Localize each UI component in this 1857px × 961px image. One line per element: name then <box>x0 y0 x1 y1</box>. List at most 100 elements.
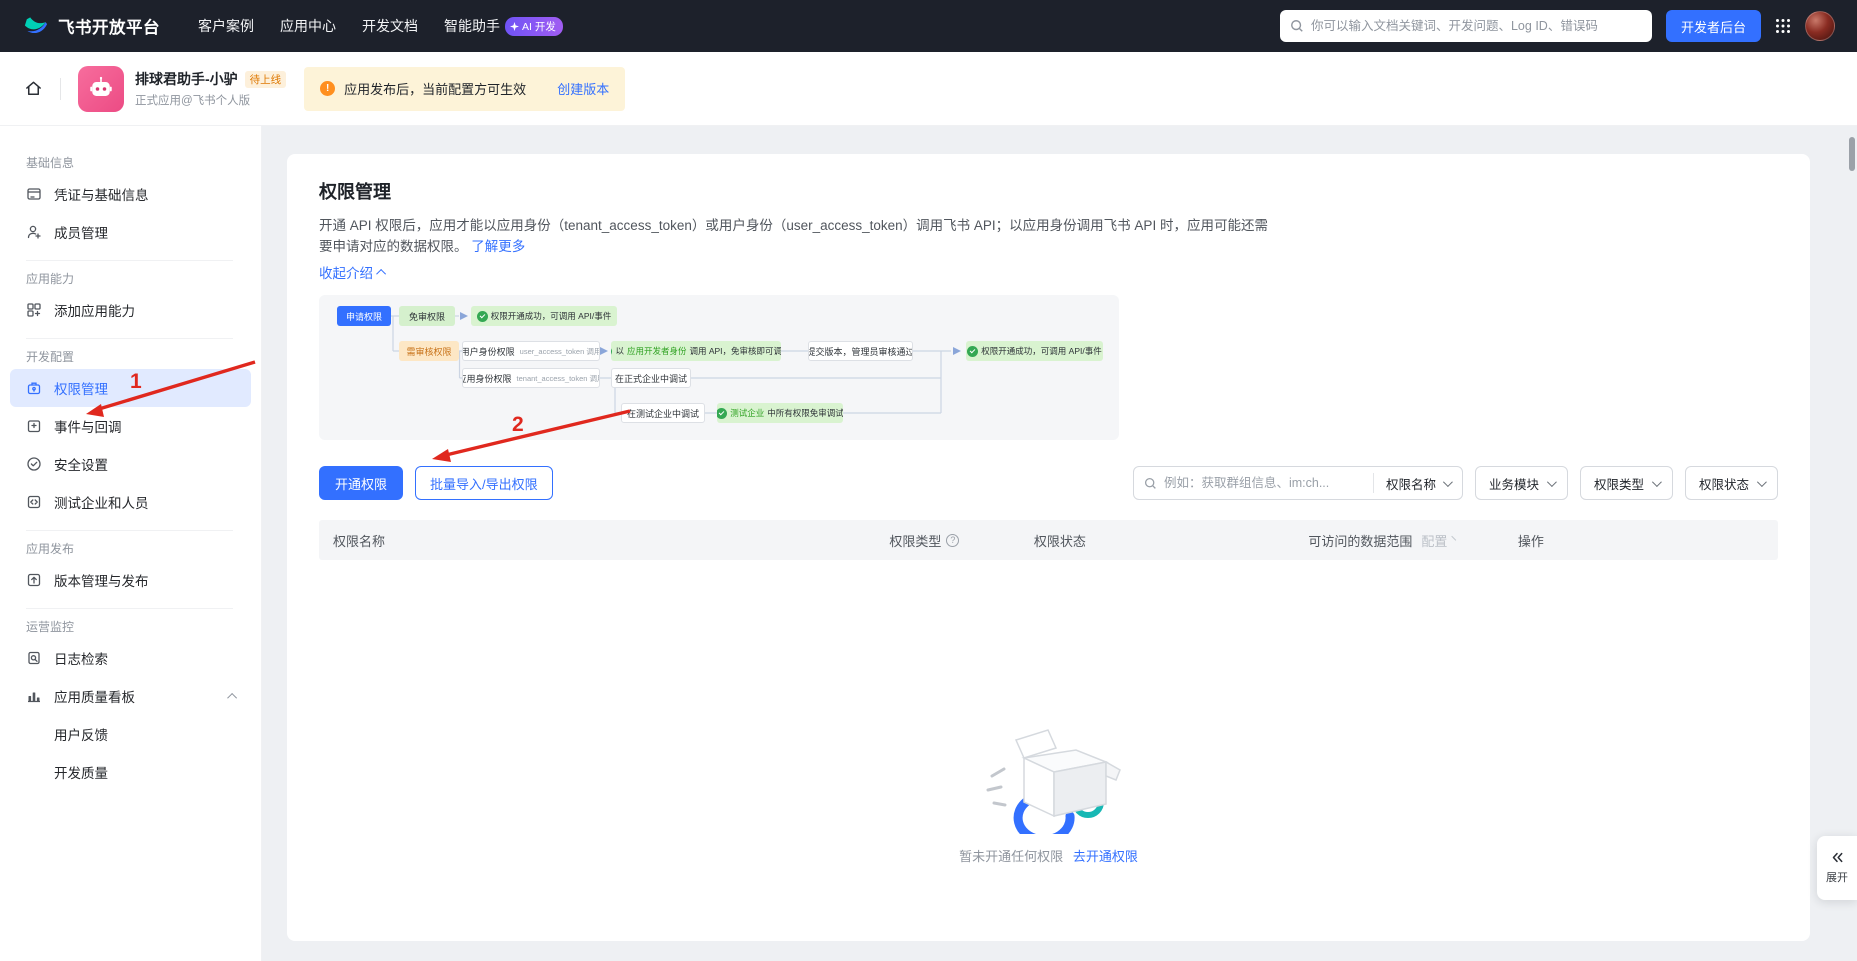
sidebar-item-permissions[interactable]: 权限管理 <box>10 369 251 407</box>
body-row: 基础信息 凭证与基础信息 成员管理 应用能力 添加应用能力 开发配置 权限管理 <box>0 126 1857 961</box>
flow-node-label: 权限开通成功，可调用 API/事件 <box>490 311 612 321</box>
filter-permission-status[interactable]: 权限状态 <box>1684 466 1778 500</box>
chevron-right-icon <box>1448 535 1457 545</box>
apps-grid-icon[interactable] <box>1775 18 1791 34</box>
open-permission-button[interactable]: 开通权限 <box>319 466 404 500</box>
sidebar-item-version-release[interactable]: 版本管理与发布 <box>10 561 251 599</box>
sidebar-section-ops-monitoring: 运营监控 <box>26 620 75 634</box>
filter-permission-type[interactable]: 权限类型 <box>1579 466 1673 500</box>
nav-item-dev-docs[interactable]: 开发文档 <box>362 16 418 36</box>
app-icon <box>78 65 124 112</box>
scrollbar-thumb[interactable] <box>1849 137 1855 171</box>
avatar[interactable] <box>1805 11 1835 41</box>
sidebar-item-label: 测试企业和人员 <box>54 496 149 511</box>
bar-chart-icon <box>28 692 40 703</box>
sidebar-item-label: 成员管理 <box>54 226 108 241</box>
topbar: 飞书开放平台 客户案例 应用中心 开发文档 智能助手 AI 开发 开发者后台 <box>0 0 1857 52</box>
flow-node-note: user_access_token 调用 <box>519 346 600 356</box>
flow-node-label: 权限开通成功，可调用 API/事件 <box>981 346 1102 356</box>
chevron-up-icon <box>376 268 387 279</box>
appbar-divider <box>60 77 61 100</box>
top-navigation: 客户案例 应用中心 开发文档 智能助手 AI 开发 <box>198 16 563 36</box>
sidebar-item-user-feedback[interactable]: 用户反馈 <box>10 715 251 753</box>
create-version-link[interactable]: 创建版本 <box>557 79 609 98</box>
sidebar-item-events-callbacks[interactable]: 事件与回调 <box>10 407 251 445</box>
sidebar-item-test-enterprise[interactable]: 测试企业和人员 <box>10 483 251 521</box>
chevron-down-icon <box>1756 476 1767 487</box>
nav-item-customer-cases[interactable]: 客户案例 <box>198 16 254 36</box>
check-icon <box>611 345 613 357</box>
brand[interactable]: 飞书开放平台 <box>22 13 160 40</box>
batch-import-export-button[interactable]: 批量导入/导出权限 <box>415 466 553 500</box>
filter-label: 权限状态 <box>1698 477 1749 492</box>
expander-label: 展开 <box>1826 872 1848 884</box>
topbar-search-input[interactable] <box>1310 19 1642 33</box>
sidebar-item-label: 添加应用能力 <box>54 304 135 319</box>
flow-node-test-free-review: 测试企业 中所有权限免审调试 <box>717 403 843 423</box>
sidebar-item-label: 用户反馈 <box>54 728 108 743</box>
sidebar-item-security-settings[interactable]: 安全设置 <box>10 445 251 483</box>
nav-item-ai-assistant[interactable]: 智能助手 AI 开发 <box>444 16 563 36</box>
column-actions: 操作 <box>1518 531 1778 550</box>
check-icon <box>717 407 728 419</box>
sidebar-section-basic-info: 基础信息 <box>26 156 75 170</box>
sidebar-section-dev-config: 开发配置 <box>26 350 75 364</box>
flow-node-label: 提交版本，管理员审核通过 <box>808 346 913 357</box>
filter-business-module[interactable]: 业务模块 <box>1474 466 1568 500</box>
security-shield-icon <box>27 457 41 471</box>
nav-item-app-center[interactable]: 应用中心 <box>280 16 336 36</box>
empty-text: 暂未开通任何权限 <box>959 849 1064 864</box>
sidebar-item-members[interactable]: 成员管理 <box>10 213 251 251</box>
sidebar-section-capabilities: 应用能力 <box>26 272 75 286</box>
sidebar-item-dev-quality[interactable]: 开发质量 <box>10 753 251 791</box>
sidebar-item-quality-dashboard[interactable]: 应用质量看板 <box>10 677 251 715</box>
release-arrow-icon <box>27 573 41 587</box>
double-chevron-left-icon <box>1832 852 1843 863</box>
screen: 飞书开放平台 客户案例 应用中心 开发文档 智能助手 AI 开发 开发者后台 <box>0 0 1857 961</box>
sidebar-item-add-capability[interactable]: 添加应用能力 <box>10 291 251 329</box>
sidebar-divider <box>26 530 233 531</box>
sidebar-item-credentials[interactable]: 凭证与基础信息 <box>10 175 251 213</box>
sidebar-item-log-search[interactable]: 日志检索 <box>10 639 251 677</box>
check-icon <box>476 310 488 322</box>
sidebar-item-label: 开发质量 <box>54 766 108 781</box>
column-data-scope: 可访问的数据范围 配置 <box>1308 531 1518 550</box>
search-icon <box>1291 20 1303 32</box>
filter-label: 权限类型 <box>1593 477 1644 492</box>
app-status-badge: 待上线 <box>244 70 287 88</box>
help-icon[interactable] <box>946 533 960 547</box>
permission-flow-diagram: 申请权限 免审权限 权限开通成功，可调用 API/事件 需审核权限 用户身份权限… <box>319 295 1119 440</box>
permission-card: 权限管理 开通 API 权限后，应用才能以应用身份（tenant_access_… <box>287 154 1810 941</box>
empty-text-row: 暂未开通任何权限 去开通权限 <box>959 846 1138 865</box>
column-permission-type: 权限类型 <box>889 531 1034 550</box>
learn-more-link[interactable]: 了解更多 <box>471 239 525 254</box>
filter-group: 权限名称 业务模块 权限类型 权限状 <box>1132 466 1778 500</box>
column-permission-name: 权限名称 <box>333 531 889 550</box>
table-header: 权限名称 权限类型 权限状态 可访问的数据范围配置 操作 <box>319 520 1778 560</box>
brand-name: 飞书开放平台 <box>58 19 160 37</box>
flow-node-tenant-permission: 应用身份权限 tenant_access_token 调用 <box>462 368 600 388</box>
flow-node-highlight: 测试企业 <box>730 408 765 418</box>
scope-config-link[interactable]: 配置 <box>1421 531 1457 550</box>
sidebar-item-label: 应用质量看板 <box>54 690 135 705</box>
chevron-up-icon <box>227 692 238 703</box>
flow-node-label: 应用身份权限 <box>462 373 512 384</box>
search-icon <box>1144 477 1156 489</box>
search-field-select[interactable]: 权限名称 <box>1374 474 1462 493</box>
filter-label: 业务模块 <box>1488 477 1539 492</box>
flow-node-formal-debug: 在正式企业中调试 <box>611 368 691 388</box>
flow-node-no-review: 免审权限 <box>399 306 455 326</box>
sidebar-item-label: 安全设置 <box>54 458 108 473</box>
collapse-intro-link[interactable]: 收起介绍 <box>319 262 373 282</box>
home-button[interactable] <box>24 79 43 98</box>
go-open-permission-link[interactable]: 去开通权限 <box>1073 849 1138 864</box>
flow-node-label: 调用 API，免审核即可调试 <box>689 346 781 356</box>
main-content: 权限管理 开通 API 权限后，应用才能以应用身份（tenant_access_… <box>262 126 1857 961</box>
developer-console-button[interactable]: 开发者后台 <box>1665 10 1761 42</box>
empty-box-illustration <box>986 729 1121 834</box>
sidebar-item-label: 凭证与基础信息 <box>54 188 149 203</box>
appbar: 排球君助手-小驴 待上线 正式应用@飞书个人版 应用发布后，当前配置方可生效 创… <box>0 52 1857 126</box>
permission-search-input[interactable] <box>1163 476 1363 490</box>
column-permission-status: 权限状态 <box>1034 531 1309 550</box>
expand-panel-button[interactable]: 展开 <box>1817 836 1857 900</box>
